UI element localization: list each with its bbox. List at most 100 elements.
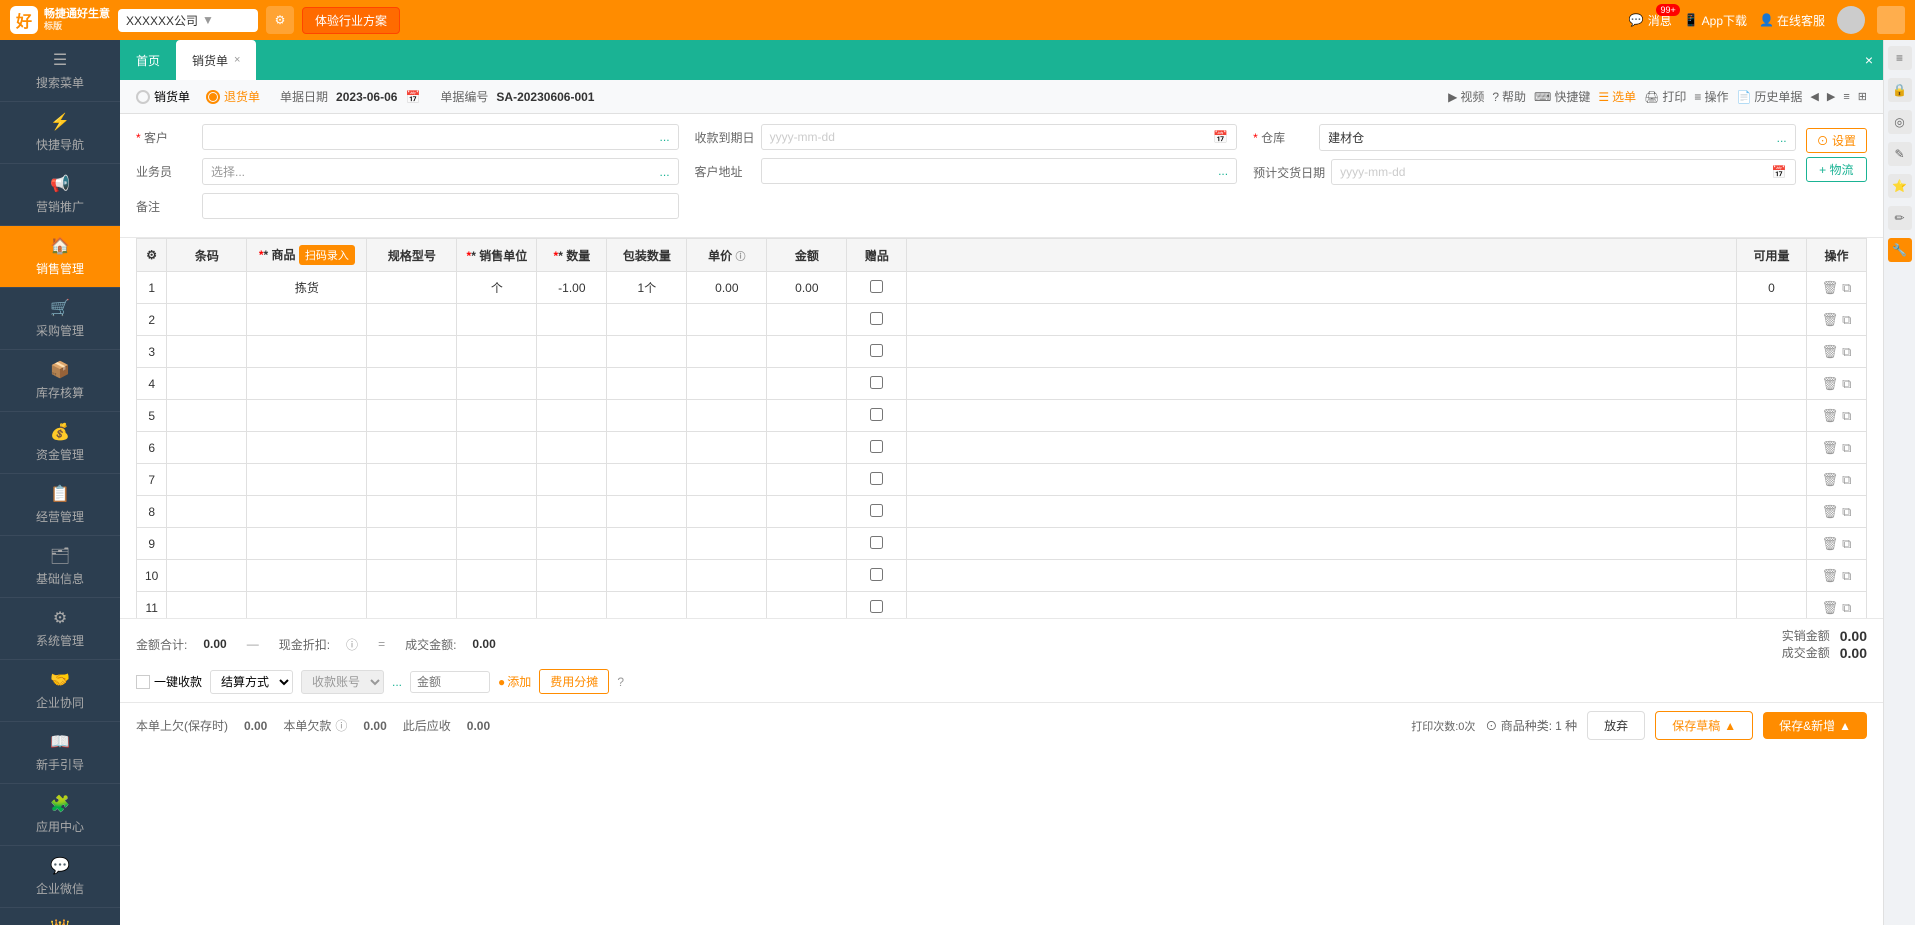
row-qty[interactable] [537, 560, 607, 592]
delete-row-icon[interactable]: 🗑 [1822, 408, 1839, 424]
row-spec[interactable] [367, 304, 457, 336]
sidebar-item-quicknav[interactable]: ⚡ 快捷导航 [0, 102, 120, 164]
sidebar-item-wechat[interactable]: 💬 企业微信 [0, 846, 120, 908]
print-link[interactable]: 🖨 打印 [1644, 88, 1686, 105]
row-product[interactable] [247, 592, 367, 619]
row-product[interactable] [247, 560, 367, 592]
row-unit[interactable] [457, 496, 537, 528]
row-pkgqty[interactable] [607, 496, 687, 528]
row-gift[interactable] [847, 528, 907, 560]
operate-link[interactable]: ≡ 操作 [1694, 88, 1728, 105]
row-barcode[interactable] [167, 304, 247, 336]
row-barcode[interactable] [167, 432, 247, 464]
row-gift[interactable] [847, 432, 907, 464]
gift-checkbox[interactable] [870, 312, 883, 325]
row-unit[interactable] [457, 592, 537, 619]
row-remark[interactable] [907, 592, 1737, 619]
gift-checkbox[interactable] [870, 536, 883, 549]
row-barcode[interactable] [167, 336, 247, 368]
row-product[interactable] [247, 496, 367, 528]
row-price[interactable] [687, 464, 767, 496]
scan-button[interactable]: 扫码录入 [299, 245, 355, 265]
trial-button[interactable]: 体验行业方案 [302, 7, 400, 34]
settings-icon[interactable]: ⚙ [266, 6, 294, 34]
row-remark[interactable] [907, 464, 1737, 496]
row-unit[interactable] [457, 400, 537, 432]
row-spec[interactable] [367, 496, 457, 528]
copy-row-icon[interactable]: ⧉ [1842, 600, 1851, 616]
row-pkgqty[interactable] [607, 432, 687, 464]
amount-input[interactable] [410, 671, 490, 693]
row-gift[interactable] [847, 592, 907, 619]
row-price[interactable] [687, 368, 767, 400]
row-price[interactable] [687, 304, 767, 336]
rp-pencil-icon[interactable]: ✏ [1888, 206, 1912, 230]
row-unit[interactable] [457, 368, 537, 400]
copy-row-icon[interactable]: ⧉ [1842, 344, 1851, 360]
settings-button[interactable]: ⊙ 设置 [1806, 128, 1867, 153]
row-remark[interactable] [907, 272, 1737, 304]
copy-row-icon[interactable]: ⧉ [1842, 312, 1851, 328]
sidebar-item-inventory[interactable]: 📦 库存核算 [0, 350, 120, 412]
copy-row-icon[interactable]: ⧉ [1842, 440, 1851, 456]
row-amount[interactable] [767, 432, 847, 464]
user-avatar[interactable] [1837, 6, 1865, 34]
delete-row-icon[interactable]: 🗑 [1822, 536, 1839, 552]
sidebar-item-search[interactable]: ☰ 搜索菜单 [0, 40, 120, 102]
row-spec[interactable] [367, 592, 457, 619]
row-barcode[interactable] [167, 400, 247, 432]
row-spec[interactable] [367, 272, 457, 304]
row-spec[interactable] [367, 400, 457, 432]
row-amount[interactable] [767, 400, 847, 432]
warehouse-input[interactable]: 建材仓 ... [1319, 124, 1796, 151]
row-unit[interactable] [457, 432, 537, 464]
user-menu-icon[interactable] [1877, 6, 1905, 34]
radio-return-order[interactable]: 退货单 [206, 88, 260, 105]
row-spec[interactable] [367, 432, 457, 464]
delete-row-icon[interactable]: 🗑 [1822, 472, 1839, 488]
tab-sales-order[interactable]: 销货单 × [176, 40, 256, 80]
row-unit[interactable] [457, 304, 537, 336]
row-pkgqty[interactable] [607, 528, 687, 560]
row-product[interactable] [247, 368, 367, 400]
row-amount[interactable] [767, 592, 847, 619]
row-remark[interactable] [907, 432, 1737, 464]
row-unit[interactable] [457, 560, 537, 592]
row-remark[interactable] [907, 528, 1737, 560]
row-price[interactable]: 0.00 [687, 272, 767, 304]
sidebar-item-sales[interactable]: 🏠 销售管理 [0, 226, 120, 288]
rp-lock-icon[interactable]: 🔒 [1888, 78, 1912, 102]
row-barcode[interactable] [167, 272, 247, 304]
select-link[interactable]: ☰ 选单 [1598, 88, 1636, 105]
row-unit[interactable] [457, 464, 537, 496]
company-selector[interactable]: XXXXXX公司 ▼ [118, 9, 258, 32]
rp-eye-icon[interactable]: ◎ [1888, 110, 1912, 134]
row-pkgqty[interactable] [607, 560, 687, 592]
rp-settings-icon[interactable]: 🔧 [1888, 238, 1912, 262]
row-barcode[interactable] [167, 368, 247, 400]
row-amount[interactable] [767, 336, 847, 368]
calendar-icon[interactable]: 📅 [405, 90, 420, 104]
row-pkgqty[interactable] [607, 464, 687, 496]
sidebar-item-basic[interactable]: 🗂 基础信息 [0, 536, 120, 598]
expense-help-icon[interactable]: ? [617, 675, 624, 689]
row-qty[interactable] [537, 368, 607, 400]
close-tab-icon[interactable]: × [234, 54, 240, 66]
rp-star-icon[interactable]: ⭐ [1888, 174, 1912, 198]
row-product[interactable] [247, 304, 367, 336]
expense-split-button[interactable]: 费用分摊 [539, 669, 609, 694]
gift-checkbox[interactable] [870, 472, 883, 485]
sidebar-item-collab[interactable]: 🤝 企业协同 [0, 660, 120, 722]
row-price[interactable] [687, 496, 767, 528]
sidebar-item-purchase[interactable]: 🛒 采购管理 [0, 288, 120, 350]
copy-row-icon[interactable]: ⧉ [1842, 376, 1851, 392]
row-unit[interactable]: 个 [457, 272, 537, 304]
row-amount[interactable] [767, 560, 847, 592]
gift-checkbox[interactable] [870, 440, 883, 453]
delete-row-icon[interactable]: 🗑 [1822, 440, 1839, 456]
sidebar-item-guide[interactable]: 📖 新手引导 [0, 722, 120, 784]
row-amount[interactable] [767, 496, 847, 528]
row-product[interactable] [247, 432, 367, 464]
sidebar-item-system[interactable]: ⚙ 系统管理 [0, 598, 120, 660]
next-record-icon[interactable]: ▶ [1827, 90, 1835, 103]
